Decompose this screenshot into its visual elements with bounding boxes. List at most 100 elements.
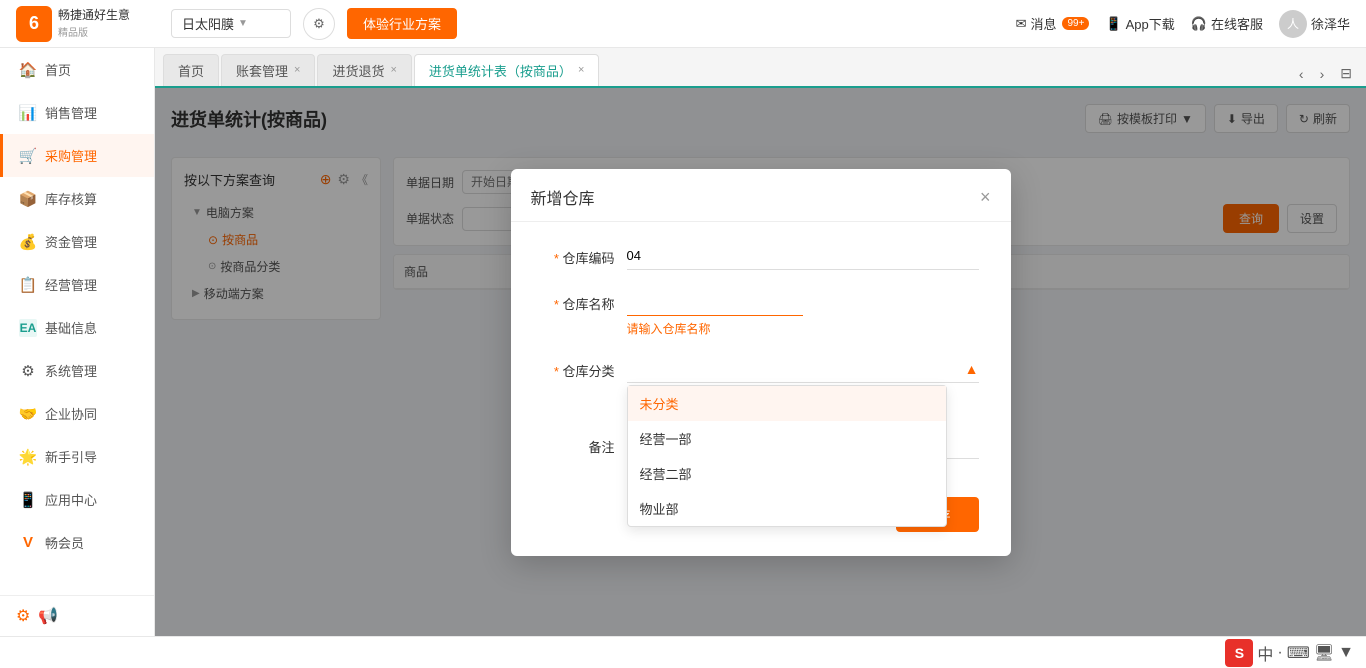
sidebar-bottom: ⚙ 📢 bbox=[0, 595, 154, 636]
tab-close-icon[interactable]: × bbox=[294, 65, 300, 76]
warehouse-category-row: 仓库分类 ▲ 未分类 经营一部 经营二部 物业部 bbox=[543, 355, 979, 383]
sidebar-item-app-center[interactable]: 📱 应用中心 bbox=[0, 478, 154, 521]
sidebar-item-home[interactable]: 🏠 首页 bbox=[0, 48, 154, 91]
tabs-bar: 首页 账套管理 × 进货退货 × 进货单统计表（按商品） × ‹ › ⊟ bbox=[155, 48, 1366, 88]
logo-title: 畅捷通好生意 bbox=[58, 8, 130, 24]
dropdown-item-unclassified[interactable]: 未分类 bbox=[628, 386, 946, 421]
warehouse-name-input[interactable] bbox=[627, 288, 803, 316]
sidebar-item-label: 新手引导 bbox=[45, 447, 97, 466]
tab-label: 账套管理 bbox=[236, 61, 288, 80]
purchase-icon: 🛒 bbox=[19, 147, 37, 165]
username-label: 徐泽华 bbox=[1311, 14, 1350, 33]
top-header: 6 畅捷通好生意 精品版 日太阳膜 ▼ ⚙ 体验行业方案 ✉ 消息 99+ 📱 … bbox=[0, 0, 1366, 48]
user-area[interactable]: 人 徐泽华 bbox=[1279, 10, 1350, 38]
sidebar-item-basic-info[interactable]: EA 基础信息 bbox=[0, 306, 154, 349]
logo-badge: 精品版 bbox=[58, 24, 130, 39]
note-label: 备注 bbox=[543, 431, 615, 456]
logo-area: 6 畅捷通好生意 精品版 bbox=[16, 6, 171, 42]
tab-menu-icon[interactable]: ⊟ bbox=[1334, 61, 1358, 86]
guide-icon: 🌟 bbox=[19, 448, 37, 466]
dialog-close-button[interactable]: × bbox=[980, 188, 991, 206]
online-service-button[interactable]: 🎧 在线客服 bbox=[1191, 14, 1263, 33]
headset-icon: 🎧 bbox=[1191, 16, 1207, 32]
sidebar-item-vip[interactable]: V 畅会员 bbox=[0, 521, 154, 564]
sidebar-item-label: 首页 bbox=[45, 60, 71, 79]
vip-icon: V bbox=[19, 534, 37, 552]
dialog-header: 新增仓库 × bbox=[511, 169, 1011, 222]
content-area: 首页 账套管理 × 进货退货 × 进货单统计表（按商品） × ‹ › ⊟ bbox=[155, 48, 1366, 636]
dropdown-item-dept3[interactable]: 物业部 bbox=[628, 491, 946, 526]
sidebar-item-label: 畅会员 bbox=[45, 533, 84, 552]
home-icon: 🏠 bbox=[19, 61, 37, 79]
chinese-icon[interactable]: 中 bbox=[1257, 641, 1273, 665]
app-logo-icon: 6 bbox=[16, 6, 52, 42]
messages-count-badge: 99+ bbox=[1062, 17, 1089, 30]
modal-overlay[interactable]: 新增仓库 × 仓库编码 仓库名称 bbox=[155, 88, 1366, 636]
name-error-message: 请输入仓库名称 bbox=[543, 320, 711, 337]
sidebar-item-label: 系统管理 bbox=[45, 361, 97, 380]
tabs-controls: ‹ › ⊟ bbox=[1293, 61, 1358, 86]
dot-icon: · bbox=[1277, 644, 1282, 662]
sidebar-item-label: 采购管理 bbox=[45, 146, 97, 165]
online-service-label: 在线客服 bbox=[1211, 14, 1263, 33]
next-tab-icon[interactable]: › bbox=[1314, 62, 1331, 86]
tab-label: 首页 bbox=[178, 61, 204, 80]
sidebar-item-inventory[interactable]: 📦 库存核算 bbox=[0, 177, 154, 220]
category-dropdown: 未分类 经营一部 经营二部 物业部 bbox=[627, 385, 947, 527]
sidebar-item-label: 基础信息 bbox=[45, 318, 97, 337]
category-select-wrap: ▲ bbox=[627, 355, 979, 383]
dropdown-item-dept2[interactable]: 经营二部 bbox=[628, 456, 946, 491]
avatar: 人 bbox=[1279, 10, 1307, 38]
category-label: 仓库分类 bbox=[543, 355, 615, 380]
messages-label: 消息 bbox=[1030, 14, 1056, 33]
settings-bottom-icon[interactable]: ⚙ bbox=[16, 606, 30, 626]
header-center: 日太阳膜 ▼ ⚙ 体验行业方案 bbox=[171, 8, 1016, 40]
tab-label: 进货单统计表（按商品） bbox=[429, 61, 572, 80]
sidebar-item-label: 经营管理 bbox=[45, 275, 97, 294]
page-content: 进货单统计(按商品) 🖨 按模板打印 ▼ ⬇ 导出 ↻ 刷新 bbox=[155, 88, 1366, 636]
sales-icon: 📊 bbox=[19, 104, 37, 122]
sidebar-item-label: 销售管理 bbox=[45, 103, 97, 122]
speaker-icon[interactable]: 📢 bbox=[38, 606, 58, 626]
dialog-title: 新增仓库 bbox=[531, 185, 595, 209]
keyboard-icon[interactable]: ⌨ bbox=[1287, 643, 1310, 663]
settings-icon[interactable]: ⚙ bbox=[303, 8, 335, 40]
store-selector[interactable]: 日太阳膜 ▼ bbox=[171, 9, 291, 38]
new-warehouse-dialog: 新增仓库 × 仓库编码 仓库名称 bbox=[511, 169, 1011, 556]
operations-icon: 📋 bbox=[19, 276, 37, 294]
dropdown-icon[interactable]: ▼ bbox=[1338, 644, 1354, 662]
tab-close-icon[interactable]: × bbox=[578, 65, 584, 76]
warehouse-code-row: 仓库编码 bbox=[543, 242, 979, 270]
sidebar-item-label: 企业协同 bbox=[45, 404, 97, 423]
dialog-body: 仓库编码 仓库名称 请输入仓库名称 bbox=[511, 222, 1011, 497]
monitor-icon[interactable]: 🖥 bbox=[1314, 643, 1334, 663]
main-layout: 🏠 首页 📊 销售管理 🛒 采购管理 📦 库存核算 💰 资金管理 📋 经营管理 … bbox=[0, 48, 1366, 636]
tab-account[interactable]: 账套管理 × bbox=[221, 54, 315, 86]
messages-button[interactable]: ✉ 消息 99+ bbox=[1016, 14, 1090, 33]
sidebar-item-finance[interactable]: 💰 资金管理 bbox=[0, 220, 154, 263]
app-download-button[interactable]: 📱 App下载 bbox=[1105, 14, 1174, 33]
message-icon: ✉ bbox=[1016, 16, 1027, 32]
sidebar-item-enterprise[interactable]: 🤝 企业协同 bbox=[0, 392, 154, 435]
bottom-logo: S 中 · ⌨ 🖥 ▼ bbox=[1225, 639, 1354, 667]
sidebar-item-purchase[interactable]: 🛒 采购管理 bbox=[0, 134, 154, 177]
chevron-up-icon[interactable]: ▲ bbox=[965, 361, 979, 377]
warehouse-code-input[interactable] bbox=[627, 242, 979, 270]
prev-tab-icon[interactable]: ‹ bbox=[1293, 62, 1310, 86]
sidebar-item-guide[interactable]: 🌟 新手引导 bbox=[0, 435, 154, 478]
tab-purchase-return[interactable]: 进货退货 × bbox=[317, 54, 411, 86]
dropdown-item-dept1[interactable]: 经营一部 bbox=[628, 421, 946, 456]
sidebar-item-label: 应用中心 bbox=[45, 490, 97, 509]
trial-button[interactable]: 体验行业方案 bbox=[347, 8, 457, 39]
logo-text: 畅捷通好生意 精品版 bbox=[58, 8, 130, 39]
category-input[interactable] bbox=[627, 355, 979, 383]
tab-home[interactable]: 首页 bbox=[163, 54, 219, 86]
sidebar-item-operations[interactable]: 📋 经营管理 bbox=[0, 263, 154, 306]
sidebar-item-sales[interactable]: 📊 销售管理 bbox=[0, 91, 154, 134]
tab-close-icon[interactable]: × bbox=[390, 65, 396, 76]
sidebar-item-system[interactable]: ⚙ 系统管理 bbox=[0, 349, 154, 392]
header-right: ✉ 消息 99+ 📱 App下载 🎧 在线客服 人 徐泽华 bbox=[1016, 10, 1350, 38]
name-label: 仓库名称 bbox=[543, 288, 615, 313]
store-name: 日太阳膜 bbox=[182, 14, 234, 33]
tab-purchase-stats[interactable]: 进货单统计表（按商品） × bbox=[414, 54, 599, 86]
